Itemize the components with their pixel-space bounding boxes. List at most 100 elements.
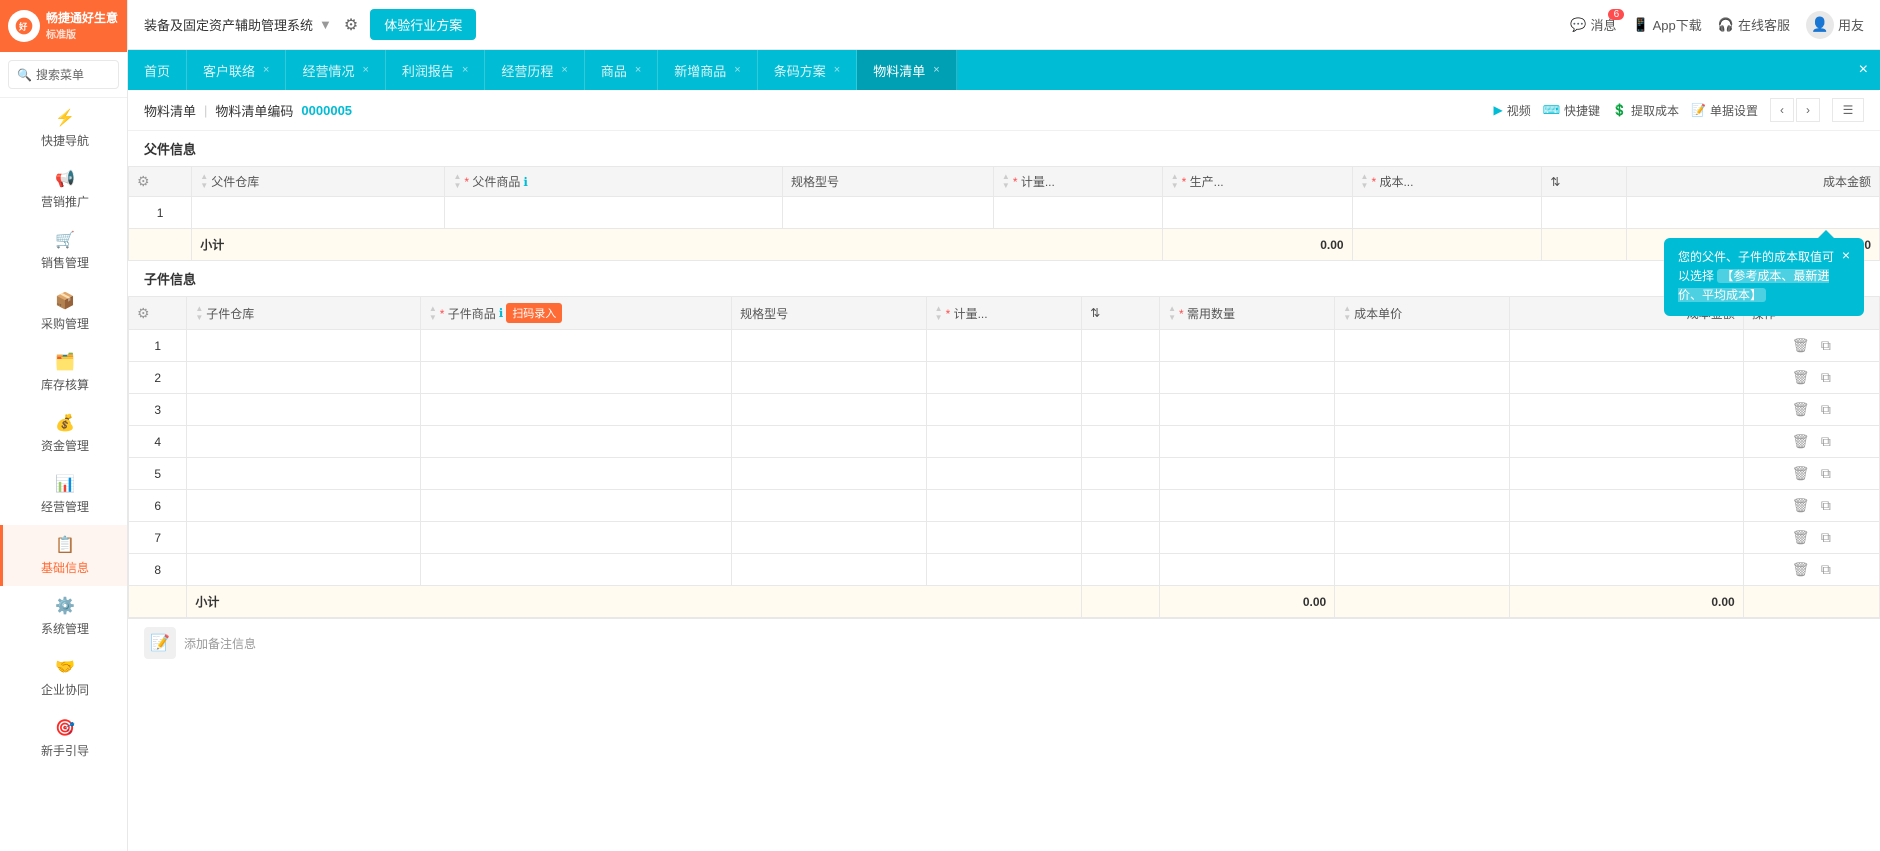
- child-warehouse-cell-5[interactable]: [187, 458, 420, 490]
- child-unit-cost-cell-6[interactable]: [1335, 490, 1510, 522]
- child-unit-cost-cell-5[interactable]: [1335, 458, 1510, 490]
- tab-history[interactable]: 经营历程 ×: [485, 50, 584, 90]
- search-menu-button[interactable]: 🔍 搜索菜单: [8, 60, 119, 89]
- delete-row-4-button[interactable]: 🗑: [1788, 431, 1814, 452]
- tab-home[interactable]: 首页: [128, 50, 187, 90]
- child-unit-cost-cell-1[interactable]: [1335, 330, 1510, 362]
- sidebar-item-enterprise[interactable]: 🤝 企业协同: [0, 647, 127, 708]
- child-unit-cell-6[interactable]: [926, 490, 1082, 522]
- child-unit-cell-3[interactable]: [926, 394, 1082, 426]
- parent-table-settings-icon[interactable]: ⚙: [137, 173, 150, 189]
- child-product-cell-7[interactable]: [420, 522, 731, 554]
- child-product-cell-1[interactable]: [420, 330, 731, 362]
- view-action[interactable]: ▶ 视频: [1493, 102, 1530, 119]
- child-unit-cost-cell-8[interactable]: [1335, 554, 1510, 586]
- child-unit-cost-cell-4[interactable]: [1335, 426, 1510, 458]
- tab-profit[interactable]: 利润报告 ×: [386, 50, 485, 90]
- parent-spec-cell[interactable]: [782, 197, 993, 229]
- cost-action[interactable]: 💲 提取成本: [1612, 102, 1679, 119]
- copy-row-2-button[interactable]: ⧉: [1817, 367, 1835, 388]
- child-qty-cell-1[interactable]: [1160, 330, 1335, 362]
- child-spec-cell-5[interactable]: [732, 458, 927, 490]
- child-qty-cell-8[interactable]: [1160, 554, 1335, 586]
- delete-row-6-button[interactable]: 🗑: [1788, 495, 1814, 516]
- child-unit-cell-7[interactable]: [926, 522, 1082, 554]
- sidebar-item-quick-nav[interactable]: ⚡ 快捷导航: [0, 98, 127, 159]
- parent-cost-cell[interactable]: [1352, 197, 1542, 229]
- sidebar-item-purchase[interactable]: 📦 采购管理: [0, 281, 127, 342]
- child-spec-cell-1[interactable]: [732, 330, 927, 362]
- list-view-button[interactable]: ☰: [1832, 98, 1864, 122]
- child-product-info-icon[interactable]: ℹ: [499, 306, 504, 320]
- delete-row-2-button[interactable]: 🗑: [1788, 367, 1814, 388]
- copy-row-5-button[interactable]: ⧉: [1817, 463, 1835, 484]
- copy-row-3-button[interactable]: ⧉: [1817, 399, 1835, 420]
- tab-customer[interactable]: 客户联络 ×: [187, 50, 286, 90]
- tab-customer-close[interactable]: ×: [263, 64, 269, 76]
- child-qty-cell-3[interactable]: [1160, 394, 1335, 426]
- tooltip-close-button[interactable]: ×: [1842, 248, 1850, 262]
- sidebar-item-system[interactable]: ⚙️ 系统管理: [0, 586, 127, 647]
- child-warehouse-cell-7[interactable]: [187, 522, 420, 554]
- tab-business[interactable]: 经营情况 ×: [286, 50, 385, 90]
- parent-product-cell[interactable]: [445, 197, 783, 229]
- child-unit-cost-cell-2[interactable]: [1335, 362, 1510, 394]
- child-spec-cell-2[interactable]: [732, 362, 927, 394]
- child-warehouse-cell-1[interactable]: [187, 330, 420, 362]
- system-dropdown-icon[interactable]: ▼: [319, 17, 332, 32]
- prev-record-button[interactable]: ‹: [1770, 98, 1794, 122]
- app-download-button[interactable]: 📱 App下载: [1632, 15, 1701, 34]
- tab-bom[interactable]: 物料清单 ×: [857, 50, 956, 90]
- child-warehouse-cell-2[interactable]: [187, 362, 420, 394]
- trial-button[interactable]: 体验行业方案: [370, 9, 476, 40]
- child-spec-cell-8[interactable]: [732, 554, 927, 586]
- tab-goods[interactable]: 商品 ×: [585, 50, 658, 90]
- child-unit-cell-1[interactable]: [926, 330, 1082, 362]
- copy-row-1-button[interactable]: ⧉: [1817, 335, 1835, 356]
- child-product-cell-3[interactable]: [420, 394, 731, 426]
- tab-bom-close[interactable]: ×: [933, 64, 939, 76]
- child-qty-cell-5[interactable]: [1160, 458, 1335, 490]
- message-button[interactable]: 💬 消息 6: [1570, 15, 1616, 34]
- child-unit-cell-5[interactable]: [926, 458, 1082, 490]
- sidebar-item-guide[interactable]: 🎯 新手引导: [0, 708, 127, 769]
- delete-row-3-button[interactable]: 🗑: [1788, 399, 1814, 420]
- child-spec-cell-6[interactable]: [732, 490, 927, 522]
- parent-unit-cell[interactable]: [993, 197, 1162, 229]
- sidebar-item-operation[interactable]: 📊 经营管理: [0, 464, 127, 525]
- copy-row-7-button[interactable]: ⧉: [1817, 527, 1835, 548]
- child-spec-cell-4[interactable]: [732, 426, 927, 458]
- child-warehouse-cell-8[interactable]: [187, 554, 420, 586]
- sidebar-item-marketing[interactable]: 📢 营销推广: [0, 159, 127, 220]
- tab-goods-close[interactable]: ×: [635, 64, 641, 76]
- child-qty-cell-7[interactable]: [1160, 522, 1335, 554]
- child-product-cell-6[interactable]: [420, 490, 731, 522]
- tab-business-close[interactable]: ×: [362, 64, 368, 76]
- settings-gear-icon[interactable]: ⚙: [344, 15, 358, 35]
- product-info-icon[interactable]: ℹ: [523, 175, 528, 189]
- child-qty-cell-6[interactable]: [1160, 490, 1335, 522]
- child-unit-cell-8[interactable]: [926, 554, 1082, 586]
- copy-row-8-button[interactable]: ⧉: [1817, 559, 1835, 580]
- tab-new-goods-close[interactable]: ×: [734, 64, 740, 76]
- child-product-cell-2[interactable]: [420, 362, 731, 394]
- child-unit-cost-cell-3[interactable]: [1335, 394, 1510, 426]
- child-warehouse-cell-6[interactable]: [187, 490, 420, 522]
- parent-prod-cell[interactable]: [1162, 197, 1352, 229]
- parent-col-settings[interactable]: ⚙: [129, 167, 192, 197]
- child-warehouse-cell-3[interactable]: [187, 394, 420, 426]
- child-product-cell-4[interactable]: [420, 426, 731, 458]
- setting-action[interactable]: 📝 单据设置: [1691, 102, 1758, 119]
- delete-row-7-button[interactable]: 🗑: [1788, 527, 1814, 548]
- child-col-settings[interactable]: ⚙: [129, 297, 187, 330]
- child-spec-cell-3[interactable]: [732, 394, 927, 426]
- add-note-button[interactable]: 📝: [144, 627, 176, 659]
- child-product-cell-5[interactable]: [420, 458, 731, 490]
- child-qty-cell-4[interactable]: [1160, 426, 1335, 458]
- child-spec-cell-7[interactable]: [732, 522, 927, 554]
- close-all-tabs-button[interactable]: ×: [1847, 61, 1880, 79]
- child-product-cell-8[interactable]: [420, 554, 731, 586]
- user-button[interactable]: 👤 用友: [1806, 11, 1864, 39]
- next-record-button[interactable]: ›: [1796, 98, 1820, 122]
- child-unit-cost-cell-7[interactable]: [1335, 522, 1510, 554]
